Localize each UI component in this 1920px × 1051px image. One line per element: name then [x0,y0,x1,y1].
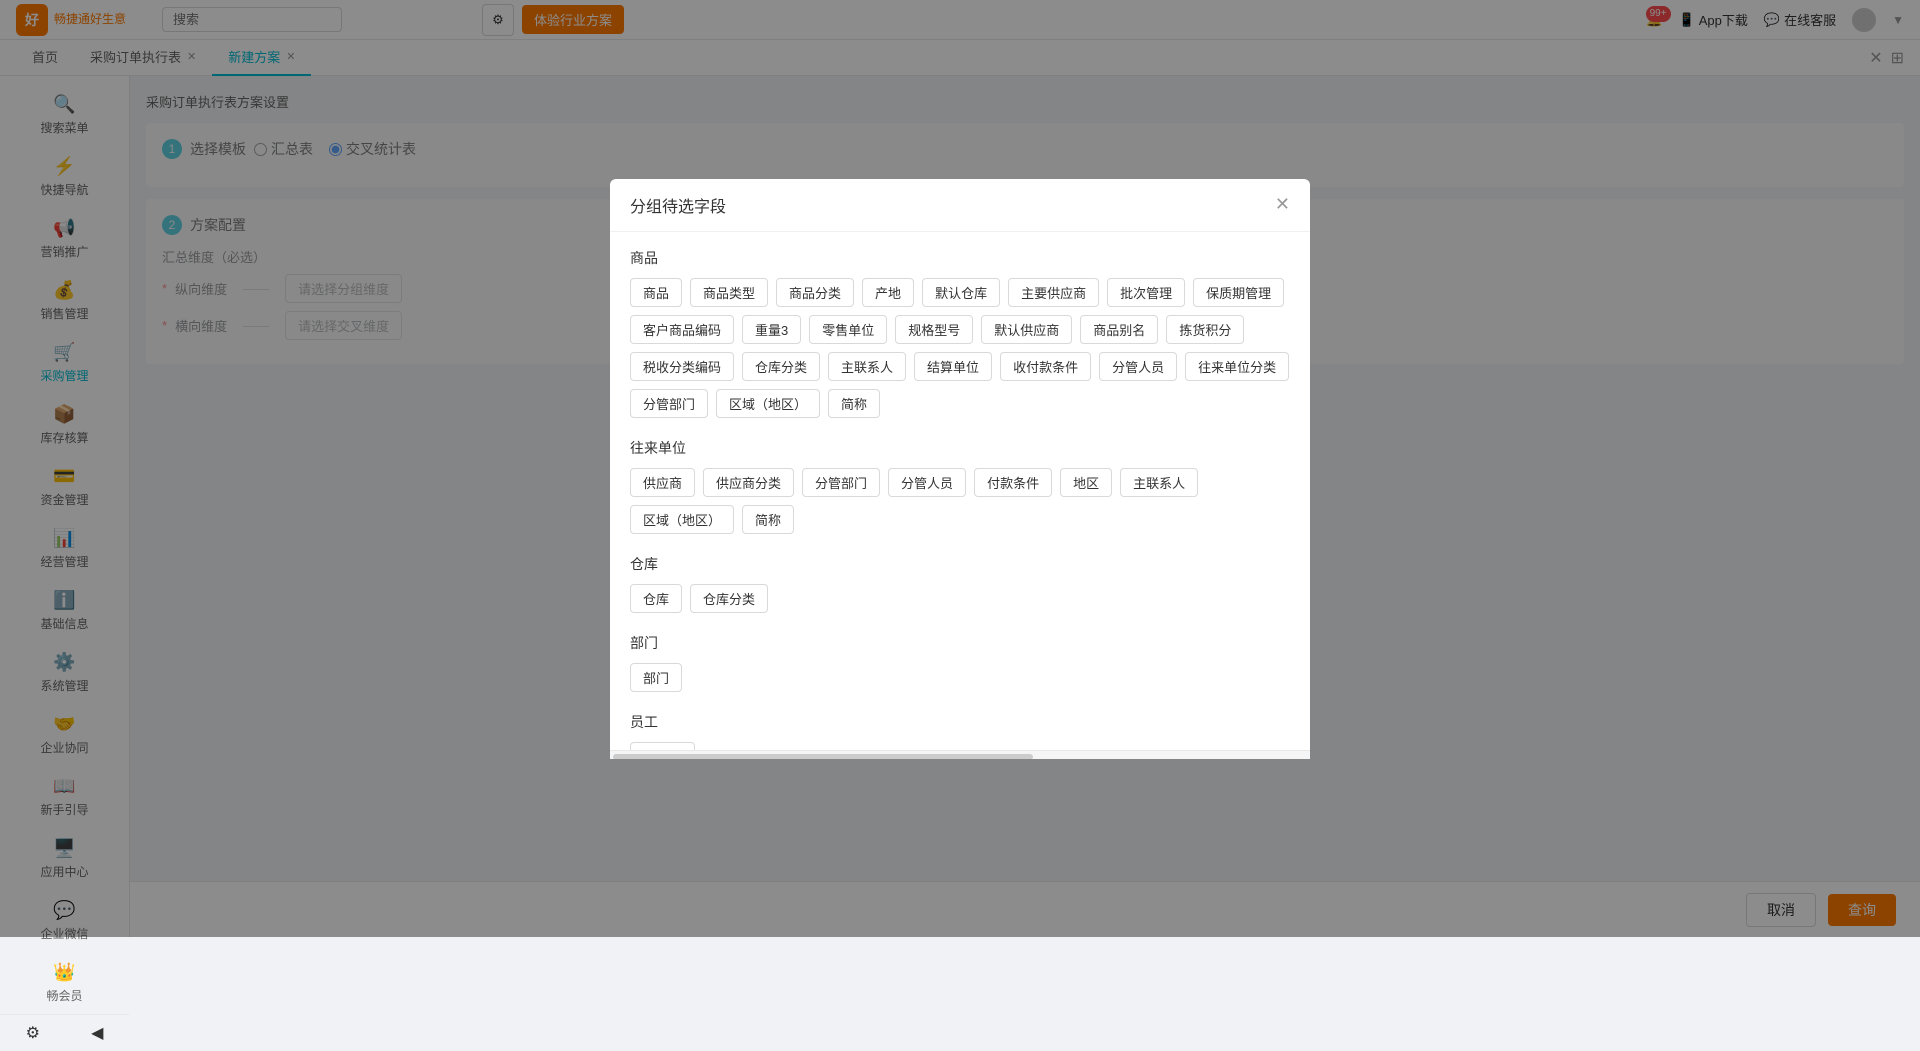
field-tag-goods[interactable]: 商品 [630,278,682,307]
modal-overlay: 分组待选字段 ✕ 商品 商品 商品类型 商品分类 产地 默认仓库 主要供应商 批… [0,0,1920,937]
field-tag-pick-points[interactable]: 拣货积分 [1166,315,1244,344]
section-trading-tags: 供应商 供应商分类 分管部门 分管人员 付款条件 地区 主联系人 区域（地区） … [630,468,1290,534]
sidebar-settings-icon[interactable]: ⚙ [26,1023,40,1043]
field-tag-default-supplier[interactable]: 默认供应商 [981,315,1072,344]
field-tag-origin[interactable]: 产地 [862,278,914,307]
field-tag-main-supplier[interactable]: 主要供应商 [1008,278,1099,307]
section-dept-tags: 部门 [630,663,1290,692]
field-tag-goods-alias[interactable]: 商品别名 [1080,315,1158,344]
field-tag-warehouse-cat[interactable]: 仓库分类 [690,584,768,613]
field-tag-goods-category[interactable]: 商品分类 [776,278,854,307]
field-tag-dept[interactable]: 分管部门 [630,389,708,418]
sidebar-collapse-icon[interactable]: ◀ [91,1023,103,1043]
modal-horizontal-scrollbar[interactable] [610,750,1310,759]
field-tag-spec-model[interactable]: 规格型号 [895,315,973,344]
section-dept: 部门 部门 [630,633,1290,692]
field-tag-contact[interactable]: 主联系人 [1120,468,1198,497]
section-trading-title: 往来单位 [630,438,1290,458]
field-tag-retail-unit[interactable]: 零售单位 [809,315,887,344]
field-tag-supplier[interactable]: 供应商 [630,468,695,497]
modal-close-button[interactable]: ✕ [1275,194,1290,215]
field-tag-dept2[interactable]: 分管部门 [802,468,880,497]
field-tag-abbr[interactable]: 简称 [828,389,880,418]
section-warehouse: 仓库 仓库 仓库分类 [630,554,1290,613]
modal-hscroll-thumb [613,754,1033,759]
section-warehouse-title: 仓库 [630,554,1290,574]
section-employee: 员工 业务员 [630,712,1290,750]
field-tag-main-contact[interactable]: 主联系人 [828,352,906,381]
field-tag-customer-code[interactable]: 客户商品编码 [630,315,734,344]
field-tag-region[interactable]: 区域（地区） [716,389,820,418]
field-tag-supervisor2[interactable]: 分管人员 [888,468,966,497]
field-tag-default-warehouse[interactable]: 默认仓库 [922,278,1000,307]
field-tag-supervisor[interactable]: 分管人员 [1099,352,1177,381]
section-goods: 商品 商品 商品类型 商品分类 产地 默认仓库 主要供应商 批次管理 保质期管理… [630,248,1290,418]
section-employee-tags: 业务员 [630,742,1290,750]
section-trading: 往来单位 供应商 供应商分类 分管部门 分管人员 付款条件 地区 主联系人 区域… [630,438,1290,534]
field-tag-abbr2[interactable]: 简称 [742,505,794,534]
field-tag-settlement-unit[interactable]: 结算单位 [914,352,992,381]
field-tag-warehouse-category[interactable]: 仓库分类 [742,352,820,381]
modal-title: 分组待选字段 [630,193,726,217]
field-tag-department[interactable]: 部门 [630,663,682,692]
section-employee-title: 员工 [630,712,1290,732]
modal-header: 分组待选字段 ✕ [610,179,1310,232]
section-dept-title: 部门 [630,633,1290,653]
sidebar-bottom: ⚙ ◀ [0,1014,129,1051]
field-tag-tax-code[interactable]: 税收分类编码 [630,352,734,381]
section-goods-tags: 商品 商品类型 商品分类 产地 默认仓库 主要供应商 批次管理 保质期管理 客户… [630,278,1290,418]
field-tag-payment-cond[interactable]: 付款条件 [974,468,1052,497]
sidebar-item-member[interactable]: 👑 畅会员 [0,952,129,1014]
field-tag-area[interactable]: 地区 [1060,468,1112,497]
field-tag-supplier-category[interactable]: 供应商分类 [703,468,794,497]
section-goods-title: 商品 [630,248,1290,268]
field-tag-goods-type[interactable]: 商品类型 [690,278,768,307]
field-tag-payment-terms[interactable]: 收付款条件 [1000,352,1091,381]
field-tag-weight[interactable]: 重量3 [742,315,801,344]
field-tag-batch-mgmt[interactable]: 批次管理 [1107,278,1185,307]
member-icon: 👑 [53,962,75,983]
field-tag-salesperson[interactable]: 业务员 [630,742,695,750]
field-select-modal: 分组待选字段 ✕ 商品 商品 商品类型 商品分类 产地 默认仓库 主要供应商 批… [610,179,1310,759]
field-tag-warehouse[interactable]: 仓库 [630,584,682,613]
field-tag-region2[interactable]: 区域（地区） [630,505,734,534]
section-warehouse-tags: 仓库 仓库分类 [630,584,1290,613]
field-tag-trading-category[interactable]: 往来单位分类 [1185,352,1289,381]
modal-body[interactable]: 商品 商品 商品类型 商品分类 产地 默认仓库 主要供应商 批次管理 保质期管理… [610,232,1310,750]
field-tag-shelf-life[interactable]: 保质期管理 [1193,278,1284,307]
